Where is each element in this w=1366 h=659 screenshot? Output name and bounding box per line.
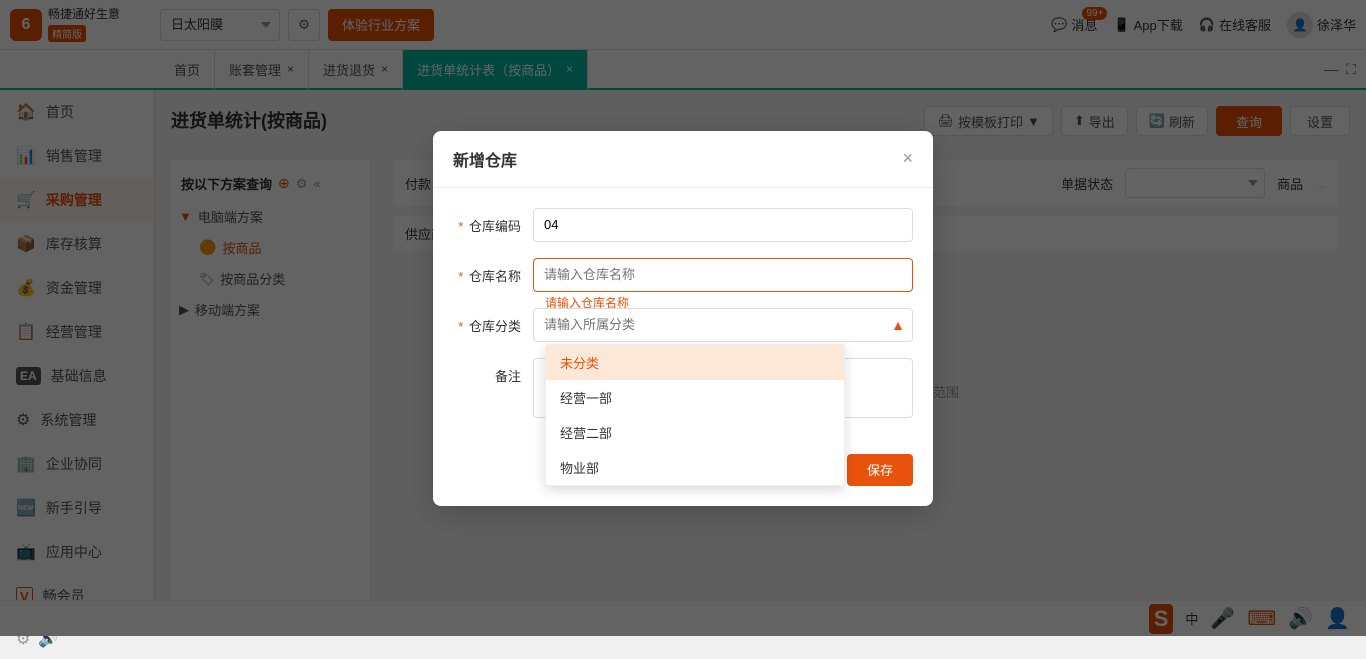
category-label: * 仓库分类 [453,308,533,335]
name-label: * 仓库名称 [453,258,533,285]
category-field-row: * 仓库分类 ▲ 未分类 经营一部 经营二部 物业部 [453,308,913,342]
code-field-row: * 仓库编码 [453,208,913,242]
name-required-star: * [458,269,463,284]
new-warehouse-dialog: 新增仓库 × * 仓库编码 * 仓库名称 请输入仓库名称 [433,131,933,506]
category-input[interactable] [533,308,913,342]
code-label: * 仓库编码 [453,208,533,235]
category-dropdown-toggle[interactable]: ▲ [891,317,905,333]
code-required-star: * [458,219,463,234]
category-dropdown-list: 未分类 经营一部 经营二部 物业部 [545,344,845,486]
dialog-body: * 仓库编码 * 仓库名称 请输入仓库名称 * 仓库分类 [433,188,933,444]
dialog-overlay: 新增仓库 × * 仓库编码 * 仓库名称 请输入仓库名称 [0,0,1366,636]
dropdown-item-0[interactable]: 未分类 [546,345,844,380]
dropdown-item-2[interactable]: 经营二部 [546,415,844,450]
notes-label: 备注 [453,358,533,385]
category-required-star: * [458,319,463,334]
name-field-row: * 仓库名称 请输入仓库名称 [453,258,913,292]
dropdown-item-3[interactable]: 物业部 [546,450,844,485]
code-input[interactable] [533,208,913,242]
dialog-title: 新增仓库 [453,147,517,171]
category-input-wrapper: ▲ [533,308,913,342]
save-button[interactable]: 保存 [847,454,913,486]
dialog-header: 新增仓库 × [433,131,933,188]
name-input[interactable] [533,258,913,292]
dialog-close-button[interactable]: × [902,148,913,169]
dropdown-item-1[interactable]: 经营一部 [546,380,844,415]
